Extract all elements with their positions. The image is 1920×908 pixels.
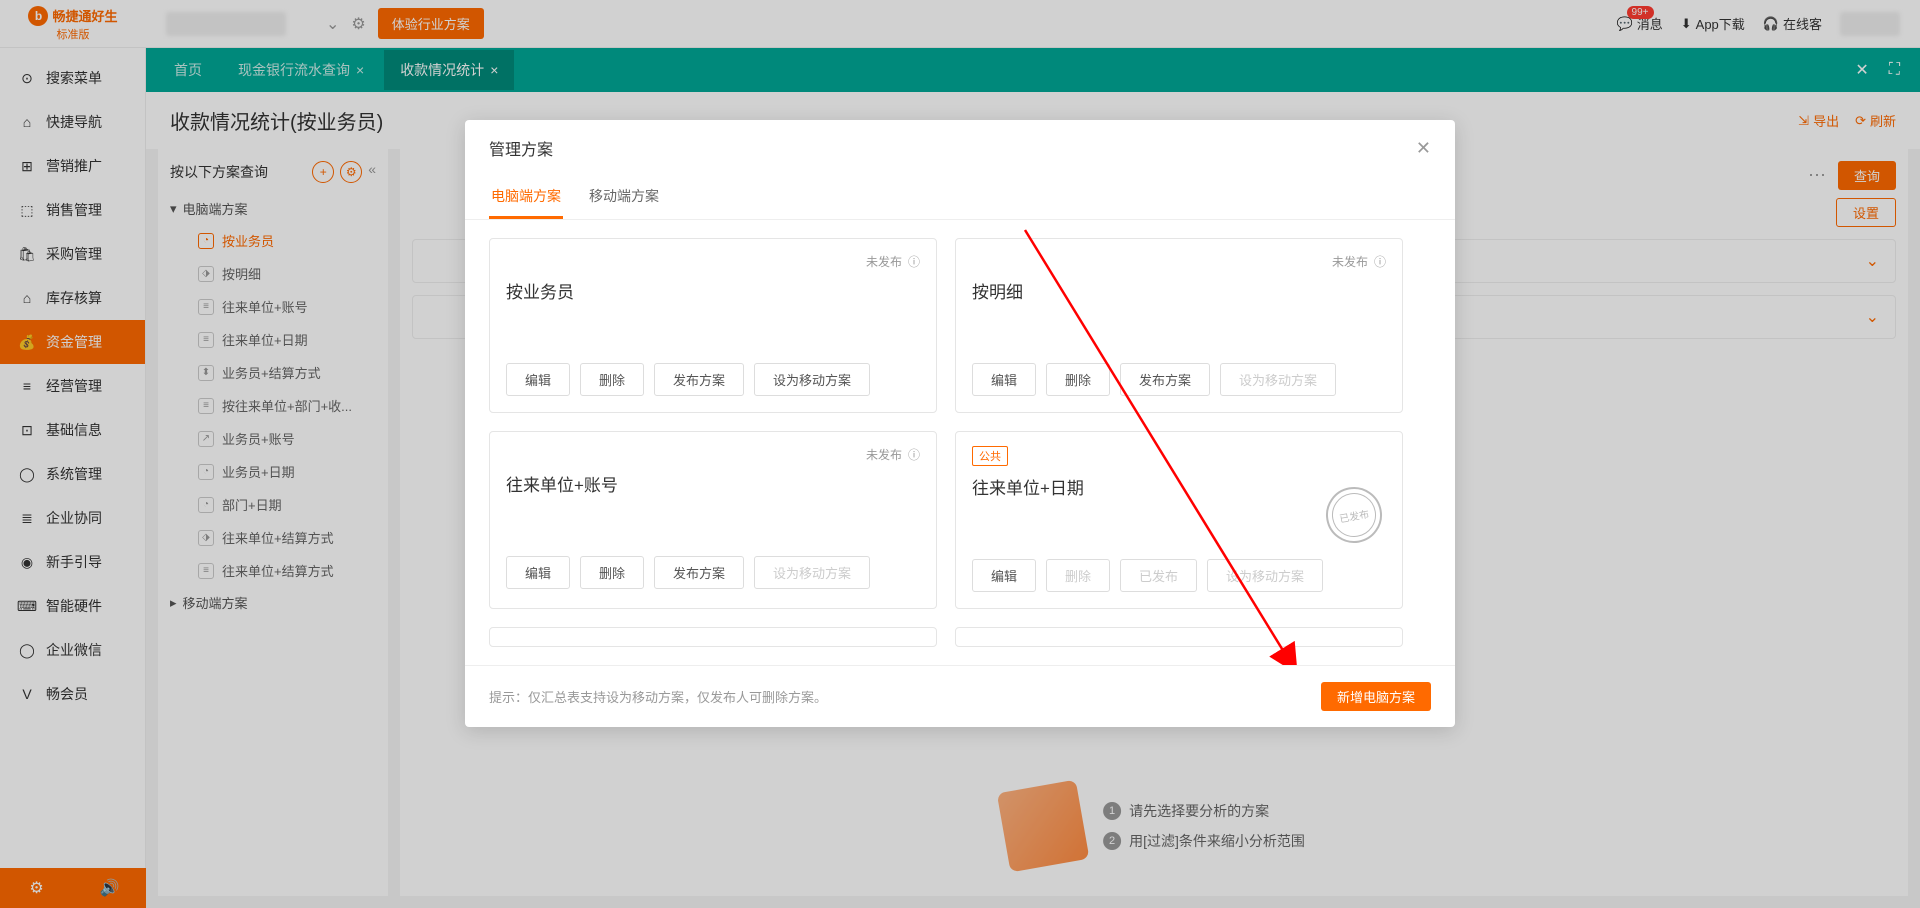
modal-close-icon[interactable]: ✕ [1416, 138, 1431, 159]
card-title: 往来单位+账号 [506, 471, 920, 496]
modal-tab-mobile[interactable]: 移动端方案 [587, 176, 661, 219]
card-title: 往来单位+日期 [972, 474, 1386, 499]
edit-button[interactable]: 编辑 [972, 559, 1036, 592]
publish-button[interactable]: 发布方案 [654, 363, 744, 396]
add-desktop-scheme-button[interactable]: 新增电脑方案 [1321, 682, 1431, 711]
edit-button[interactable]: 编辑 [506, 556, 570, 589]
modal-tabs: 电脑端方案 移动端方案 [465, 176, 1455, 220]
card-title: 按明细 [972, 278, 1386, 303]
setmobile-button: 设为移动方案 [754, 556, 870, 589]
delete-button[interactable]: 删除 [1046, 363, 1110, 396]
setmobile-button[interactable]: 设为移动方案 [754, 363, 870, 396]
modal-overlay[interactable]: 管理方案 ✕ 电脑端方案 移动端方案 未发布 ⓘ 按业务员 编辑 删除 发布方案 … [0, 0, 1920, 908]
edit-button[interactable]: 编辑 [972, 363, 1036, 396]
setmobile-button: 设为移动方案 [1207, 559, 1323, 592]
delete-button[interactable]: 删除 [580, 363, 644, 396]
scheme-card-partial [489, 627, 937, 647]
scheme-card: 未发布 ⓘ 按明细 编辑 删除 发布方案 设为移动方案 [955, 238, 1403, 413]
delete-button[interactable]: 删除 [580, 556, 644, 589]
publish-button[interactable]: 发布方案 [1120, 363, 1210, 396]
scheme-card: 未发布 ⓘ 往来单位+账号 编辑 删除 发布方案 设为移动方案 [489, 431, 937, 609]
info-icon[interactable]: ⓘ [908, 446, 920, 463]
modal-tab-desktop[interactable]: 电脑端方案 [489, 176, 563, 219]
setmobile-button: 设为移动方案 [1220, 363, 1336, 396]
published-button: 已发布 [1120, 559, 1197, 592]
scheme-card: 未发布 ⓘ 按业务员 编辑 删除 发布方案 设为移动方案 [489, 238, 937, 413]
modal-hint: 提示：仅汇总表支持设为移动方案，仅发布人可删除方案。 [489, 687, 827, 706]
info-icon[interactable]: ⓘ [908, 253, 920, 270]
scheme-card: 公共 往来单位+日期 已发布 编辑 删除 已发布 设为移动方案 [955, 431, 1403, 609]
card-title: 按业务员 [506, 278, 920, 303]
modal-title: 管理方案 [489, 136, 553, 160]
manage-scheme-modal: 管理方案 ✕ 电脑端方案 移动端方案 未发布 ⓘ 按业务员 编辑 删除 发布方案 … [465, 120, 1455, 727]
delete-button: 删除 [1046, 559, 1110, 592]
status-unpublished: 未发布 [866, 253, 902, 270]
edit-button[interactable]: 编辑 [506, 363, 570, 396]
status-unpublished: 未发布 [1332, 253, 1368, 270]
public-tag: 公共 [972, 446, 1008, 466]
publish-button[interactable]: 发布方案 [654, 556, 744, 589]
scheme-card-partial [955, 627, 1403, 647]
status-unpublished: 未发布 [866, 446, 902, 463]
info-icon[interactable]: ⓘ [1374, 253, 1386, 270]
modal-body: 未发布 ⓘ 按业务员 编辑 删除 发布方案 设为移动方案 未发布 ⓘ 按明细 编辑 … [465, 220, 1455, 665]
